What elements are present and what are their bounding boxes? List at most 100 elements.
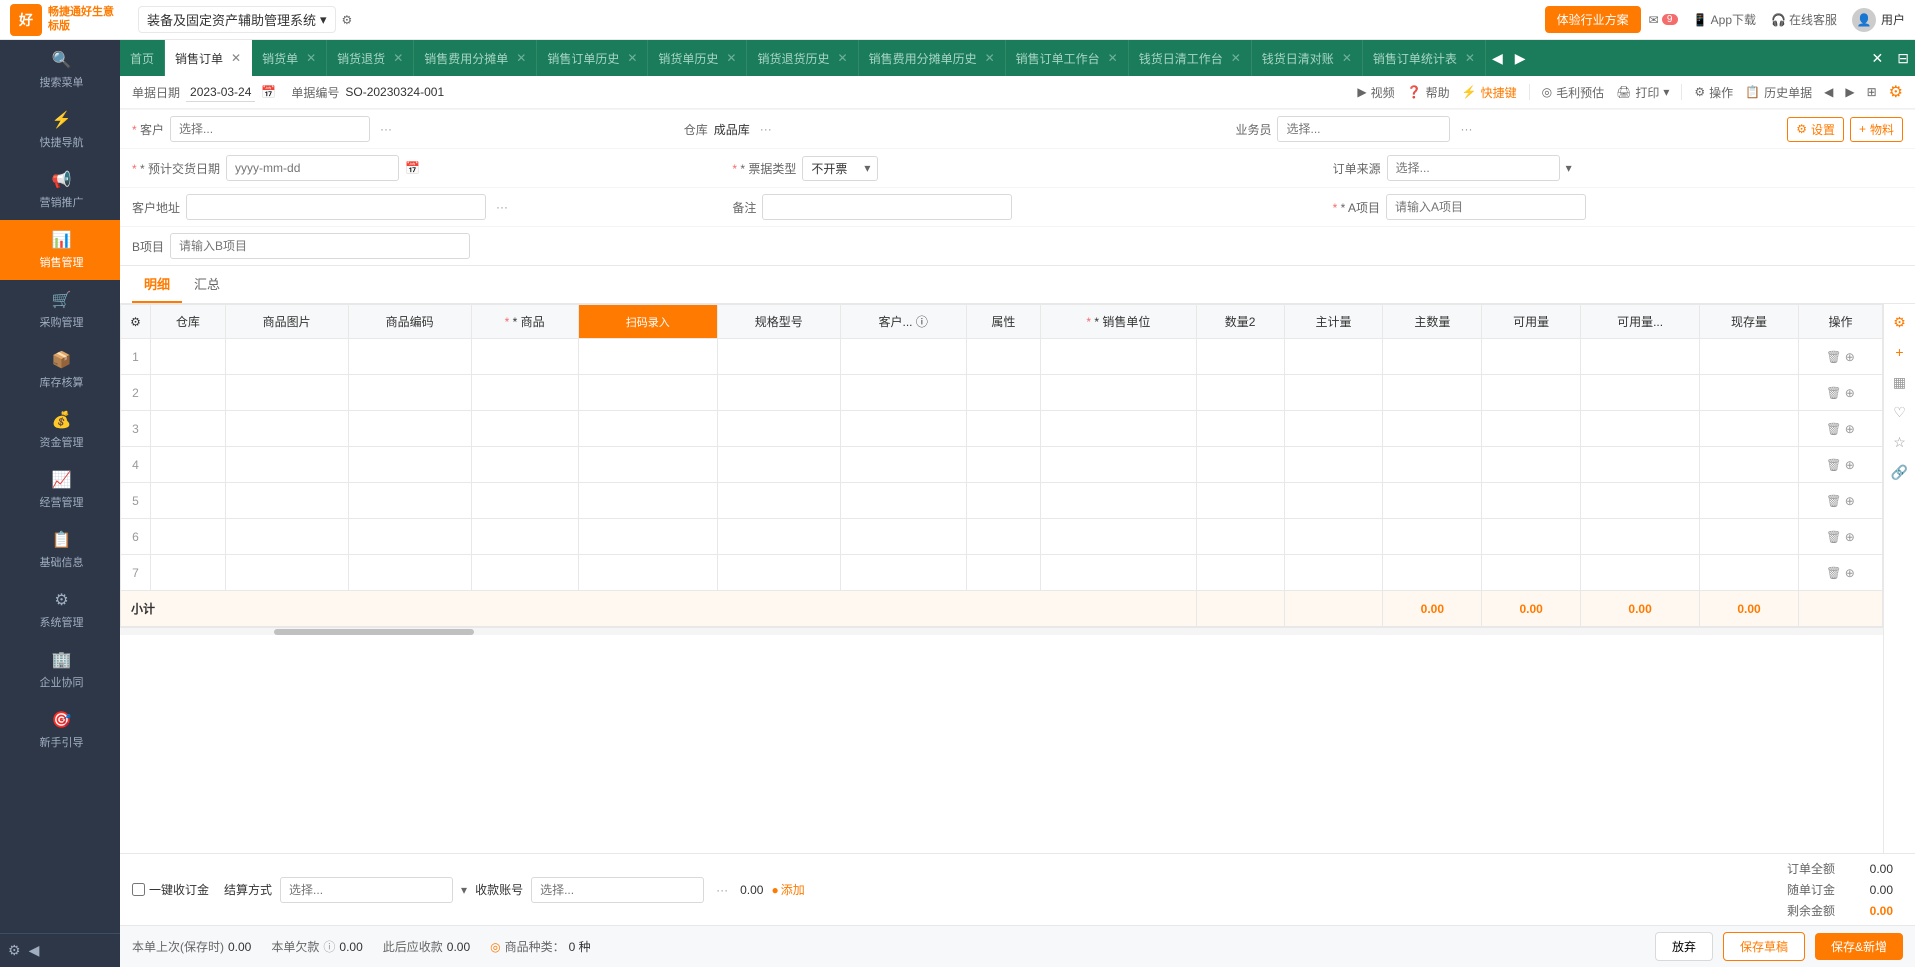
tab-cash-daily[interactable]: 钱货日清工作台 ✕ — [1129, 40, 1252, 76]
scrollbar-thumb[interactable] — [274, 629, 474, 635]
row-3-warehouse[interactable] — [151, 411, 226, 447]
tab-order-workbench[interactable]: 销售订单工作台 ✕ — [1006, 40, 1129, 76]
row-1-spec[interactable] — [717, 339, 840, 375]
right-panel-star[interactable]: ☆ — [1886, 428, 1914, 456]
right-panel-settings[interactable]: ⚙ — [1886, 308, 1914, 336]
sidebar-item-quicknav[interactable]: ⚡ 快捷导航 — [0, 100, 120, 160]
tab-close-refund-history[interactable]: ✕ — [838, 51, 848, 65]
row-2-sales-unit[interactable] — [1041, 375, 1196, 411]
tab-close-sales-return[interactable]: ✕ — [306, 51, 316, 65]
online-support-area[interactable]: 🎧 在线客服 — [1771, 11, 1837, 28]
sidebar-item-finance[interactable]: 💰 资金管理 — [0, 400, 120, 460]
row-5-warehouse[interactable] — [151, 483, 226, 519]
tab-close-sales-statistics[interactable]: ✕ — [1465, 51, 1475, 65]
right-panel-grid[interactable]: ▦ — [1886, 368, 1914, 396]
warehouse-more-btn[interactable]: ··· — [756, 122, 776, 136]
one-click-label[interactable]: 一键收订金 — [132, 881, 209, 898]
discard-button[interactable]: 放弃 — [1655, 932, 1713, 961]
tab-sales-refund-history[interactable]: 销货退货历史 ✕ — [747, 40, 858, 76]
salesperson-input[interactable] — [1277, 116, 1450, 142]
row-2-customer-code[interactable] — [840, 375, 966, 411]
settings-right-btn[interactable]: ⚙ 设置 — [1787, 117, 1844, 142]
settings-footer-icon[interactable]: ⚙ — [8, 942, 21, 959]
row-1-warehouse[interactable] — [151, 339, 226, 375]
tab-sales-expense[interactable]: 销售费用分摊单 ✕ — [414, 40, 537, 76]
tab-close-expense-history[interactable]: ✕ — [985, 51, 995, 65]
customer-more-btn[interactable]: ··· — [376, 122, 396, 136]
row-1-attributes[interactable] — [966, 339, 1041, 375]
row-3-delete-icon[interactable]: 🗑 — [1826, 422, 1841, 436]
toolbar-operate[interactable]: ⚙ 操作 — [1694, 84, 1733, 101]
date-value[interactable]: 2023-03-24 — [186, 83, 255, 102]
remarks-input[interactable] — [762, 194, 1012, 220]
row-6-delete-icon[interactable]: 🗑 — [1826, 530, 1841, 544]
delivery-calendar-icon[interactable]: 📅 — [405, 161, 420, 175]
tab-close-order-history[interactable]: ✕ — [627, 51, 637, 65]
row-2-product[interactable] — [471, 375, 578, 411]
b-project-input[interactable] — [170, 233, 470, 259]
row-5-copy-icon[interactable]: ⊕ — [1845, 494, 1855, 508]
row-1-sales-unit[interactable] — [1041, 339, 1196, 375]
toolbar-grid-icon[interactable]: ⊞ — [1867, 85, 1877, 99]
sidebar-item-purchase[interactable]: 🛒 采购管理 — [0, 280, 120, 340]
one-click-checkbox[interactable] — [132, 883, 145, 896]
row-2-attributes[interactable] — [966, 375, 1041, 411]
toolbar-help[interactable]: ❓ 帮助 — [1407, 84, 1450, 101]
row-1-product[interactable] — [471, 339, 578, 375]
tab-home[interactable]: 首页 — [120, 40, 165, 76]
toolbar-print[interactable]: 🖨 打印 ▾ — [1616, 84, 1669, 101]
tab-sales-return[interactable]: 销货单 ✕ — [252, 40, 327, 76]
settlement-input[interactable] — [280, 877, 453, 903]
sidebar-item-search[interactable]: 🔍 搜索菜单 — [0, 40, 120, 100]
tab-prev-button[interactable]: ◀ — [1486, 50, 1509, 67]
row-1-main-qty[interactable] — [1383, 339, 1482, 375]
sidebar-item-inventory[interactable]: 📦 库存核算 — [0, 340, 120, 400]
tab-sales-refund[interactable]: 销货退货 ✕ — [327, 40, 414, 76]
order-source-dropdown-icon[interactable]: ▾ — [1566, 161, 1572, 175]
toolbar-pagination-prev[interactable]: ◀ — [1824, 85, 1833, 99]
row-1-available2[interactable] — [1581, 339, 1700, 375]
add-material-btn[interactable]: + 物料 — [1850, 117, 1903, 142]
tab-close-order-workbench[interactable]: ✕ — [1108, 51, 1118, 65]
scan-button[interactable]: 扫码录入 — [620, 312, 676, 332]
system-title-dropdown[interactable]: 装备及固定资产辅助管理系统 ▾ — [138, 6, 336, 33]
sidebar-item-enterprise[interactable]: 🏢 企业协同 — [0, 640, 120, 700]
row-2-spec[interactable] — [717, 375, 840, 411]
account-input[interactable] — [531, 877, 704, 903]
row-1-customer-code[interactable] — [840, 339, 966, 375]
delivery-date-input[interactable] — [226, 155, 399, 181]
tab-sales-order-history[interactable]: 销售订单历史 ✕ — [537, 40, 648, 76]
row-1-qty2[interactable] — [1196, 339, 1284, 375]
tab-close-sales-expense[interactable]: ✕ — [516, 51, 526, 65]
account-more-btn[interactable]: ··· — [712, 883, 732, 897]
tab-close-return-history[interactable]: ✕ — [726, 51, 736, 65]
a-project-input[interactable] — [1386, 194, 1586, 220]
customer-address-input[interactable] — [186, 194, 486, 220]
tab-summary[interactable]: 汇总 — [182, 266, 232, 303]
sidebar-item-newguide[interactable]: 🎯 新手引导 — [0, 700, 120, 760]
tab-sales-order[interactable]: 销售订单 ✕ — [165, 40, 252, 76]
tab-next-button[interactable]: ▶ — [1509, 50, 1532, 67]
sidebar-item-system[interactable]: ⚙ 系统管理 — [0, 580, 120, 640]
solution-button[interactable]: 体验行业方案 — [1545, 6, 1641, 33]
toolbar-view[interactable]: ▶ 视频 — [1357, 84, 1394, 101]
row-6-warehouse[interactable] — [151, 519, 226, 555]
row-1-main-unit[interactable] — [1284, 339, 1383, 375]
row-6-copy-icon[interactable]: ⊕ — [1845, 530, 1855, 544]
row-2-main-qty[interactable] — [1383, 375, 1482, 411]
message-icon-area[interactable]: ✉ 9 — [1649, 13, 1678, 27]
sidebar-item-sales[interactable]: 📊 销售管理 — [0, 220, 120, 280]
row-2-available2[interactable] — [1581, 375, 1700, 411]
tab-sales-return-history[interactable]: 销货单历史 ✕ — [648, 40, 747, 76]
toolbar-settings-icon[interactable]: ⚙ — [1889, 82, 1903, 102]
right-panel-add[interactable]: + — [1886, 338, 1914, 366]
calendar-icon[interactable]: 📅 — [261, 85, 276, 99]
tab-sales-statistics[interactable]: 销售订单统计表 ✕ — [1363, 40, 1486, 76]
row-1-stock[interactable] — [1700, 339, 1799, 375]
row-4-warehouse[interactable] — [151, 447, 226, 483]
toolbar-profit[interactable]: ◎ 毛利预估 — [1542, 84, 1605, 101]
right-panel-link[interactable]: 🔗 — [1886, 458, 1914, 486]
row-2-available[interactable] — [1482, 375, 1581, 411]
app-download-area[interactable]: 📱 App下载 — [1693, 11, 1756, 28]
save-draft-button[interactable]: 保存草稿 — [1723, 932, 1805, 961]
